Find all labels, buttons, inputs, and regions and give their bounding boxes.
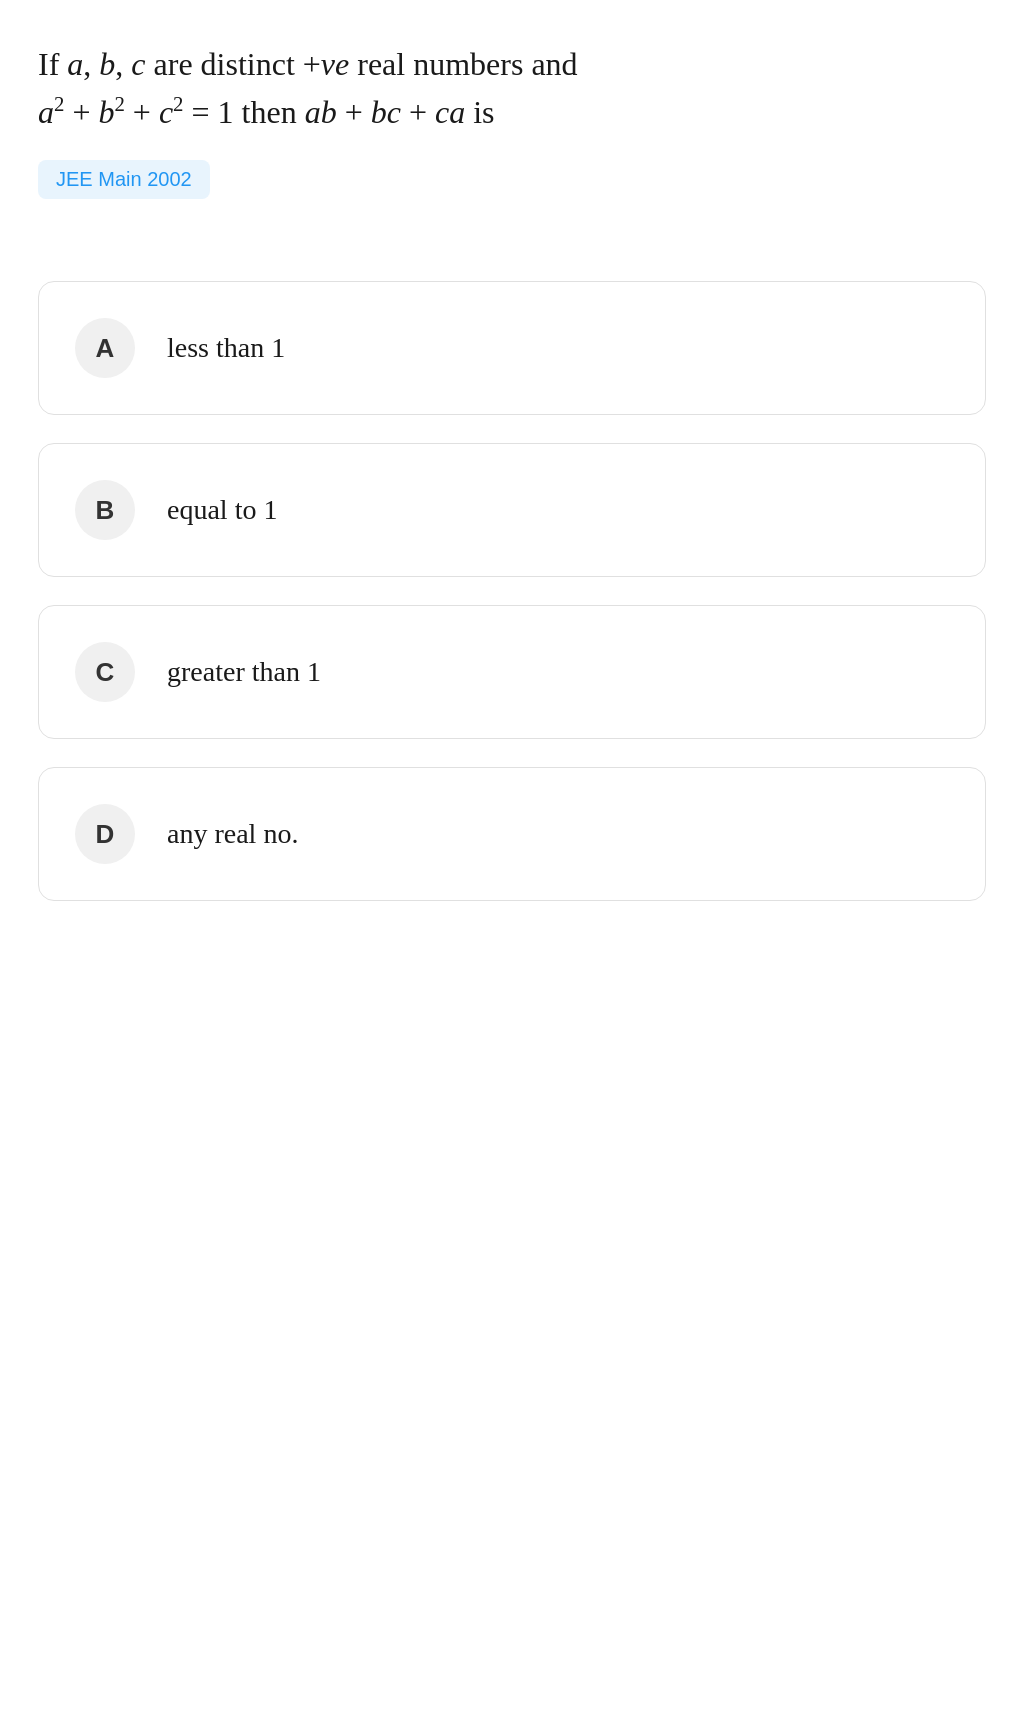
option-text-c: greater than 1 xyxy=(167,656,321,688)
option-text-b: equal to 1 xyxy=(167,494,277,526)
question-text: If a, b, c are distinct +ve real numbers… xyxy=(38,40,986,136)
option-label-c: C xyxy=(75,642,135,702)
option-text-d: any real no. xyxy=(167,818,298,850)
option-card-a[interactable]: A less than 1 xyxy=(38,281,986,415)
options-container: A less than 1 B equal to 1 C greater tha… xyxy=(38,281,986,901)
option-text-a: less than 1 xyxy=(167,332,285,364)
option-card-b[interactable]: B equal to 1 xyxy=(38,443,986,577)
option-label-b: B xyxy=(75,480,135,540)
option-label-d: D xyxy=(75,804,135,864)
tag-badge: JEE Main 2002 xyxy=(38,160,210,199)
option-card-d[interactable]: D any real no. xyxy=(38,767,986,901)
option-label-a: A xyxy=(75,318,135,378)
question-line1: If a, b, c are distinct +ve real numbers… xyxy=(38,40,986,88)
option-card-c[interactable]: C greater than 1 xyxy=(38,605,986,739)
question-line2: a2 + b2 + c2 = 1 then ab + bc + ca is xyxy=(38,88,986,136)
question-container: If a, b, c are distinct +ve real numbers… xyxy=(38,40,986,249)
